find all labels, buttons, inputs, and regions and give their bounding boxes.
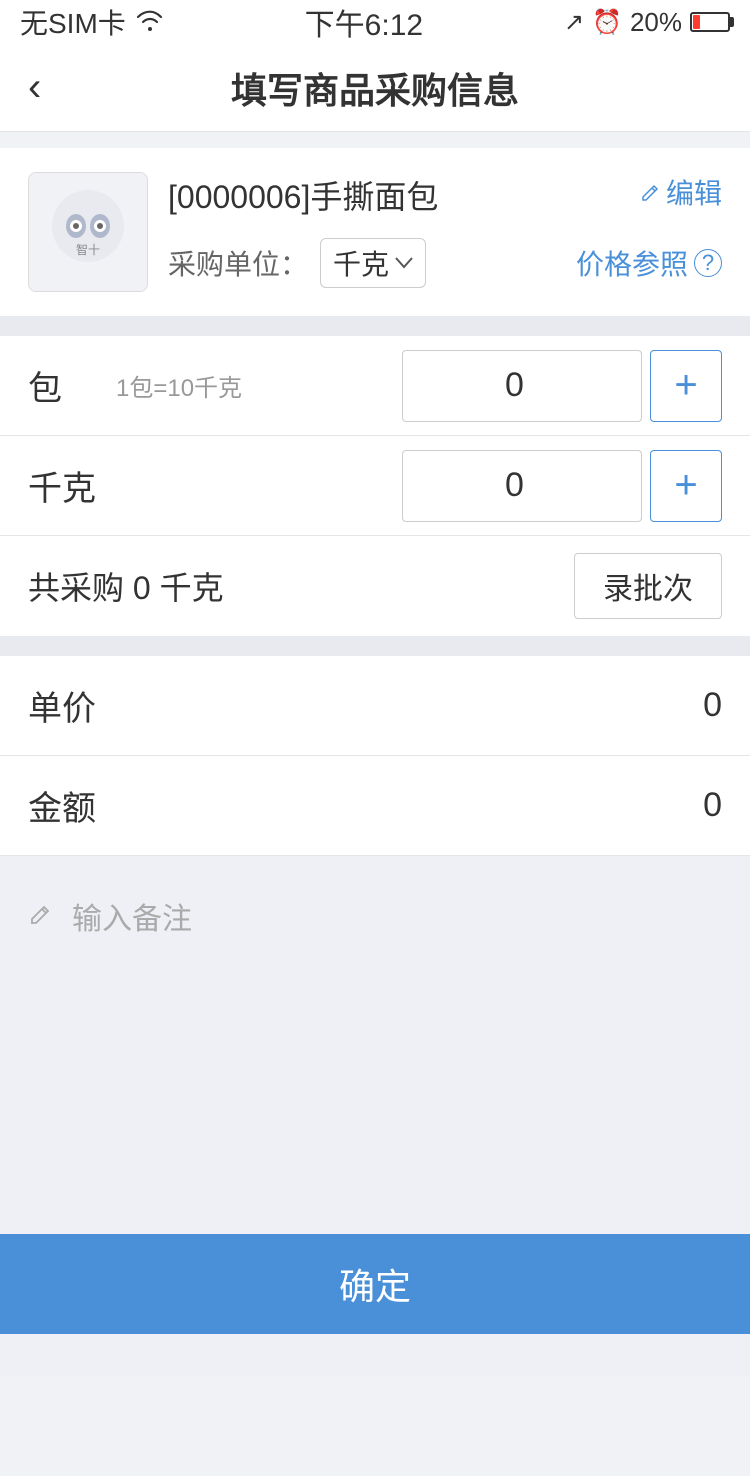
kg-input-row: 千克 + [0,436,750,536]
input-section: 包 1包=10千克 + 千克 + [0,336,750,536]
bao-sub-label: 1包=10千克 [116,368,242,403]
product-info: [0000006]手撕面包 编辑 采购单位： 千克 [168,172,722,288]
section-divider-2 [0,636,750,656]
summary-text: 共采购 0 千克 [28,563,224,609]
bao-input[interactable] [402,350,642,422]
chevron-down-icon [395,257,413,269]
bao-input-row: 包 1包=10千克 + [0,336,750,436]
price-ref-button[interactable]: 价格参照 ? [576,243,722,283]
back-button[interactable]: ‹ [28,65,41,110]
product-header: [0000006]手撕面包 编辑 [168,172,722,218]
product-thumbnail: 智十 [48,186,128,278]
location-icon: ↗ [564,8,584,37]
help-icon: ? [694,249,722,277]
status-bar: 无SIM卡 下午6:12 ↗ ⏰ 20% [0,0,750,44]
bao-input-wrapper: + [402,350,722,422]
kg-plus-button[interactable]: + [650,450,722,522]
unit-price-row: 单价 0 [0,656,750,756]
product-name: [0000006]手撕面包 [168,172,628,218]
purchase-unit-row: 采购单位： 千克 价格参照 ? [168,238,722,288]
carrier-text: 无SIM卡 [20,2,126,42]
amount-label: 金额 [28,781,96,830]
confirm-text: 确定 [339,1258,411,1310]
note-section[interactable]: 输入备注 [0,856,750,976]
note-placeholder: 输入备注 [72,894,192,938]
product-card: 智十 [0000006]手撕面包 编辑 采购单位： 千克 [0,148,750,316]
page-title: 填写商品采购信息 [231,62,519,114]
section-divider-1 [0,316,750,336]
status-right: ↗ ⏰ 20% [564,7,730,38]
product-image: 智十 [28,172,148,292]
status-left: 无SIM卡 [20,2,164,42]
kg-input-wrapper: + [402,450,722,522]
kg-input[interactable] [402,450,642,522]
amount-row: 金额 0 [0,756,750,856]
unit-select[interactable]: 千克 [320,238,426,288]
batch-button[interactable]: 录批次 [574,553,722,619]
kg-label: 千克 [28,461,108,510]
battery-icon [690,12,730,32]
edit-icon [640,181,662,203]
nav-bar: ‹ 填写商品采购信息 [0,44,750,132]
edit-button[interactable]: 编辑 [640,172,722,212]
amount-value: 0 [703,786,722,825]
summary-row: 共采购 0 千克 录批次 [0,536,750,636]
info-section: 单价 0 金额 0 [0,656,750,856]
unit-price-value: 0 [703,686,722,725]
svg-text:智十: 智十 [76,242,100,257]
bao-plus-button[interactable]: + [650,350,722,422]
alarm-icon: ⏰ [592,8,622,37]
bao-label: 包 [28,361,108,410]
pencil-icon [28,897,58,935]
wifi-icon [136,6,164,38]
confirm-bar[interactable]: 确定 [0,1234,750,1334]
battery-percent: 20% [630,7,682,38]
unit-price-label: 单价 [28,681,96,730]
purchase-unit-label: 采购单位： [168,243,308,283]
status-time: 下午6:12 [305,0,423,44]
